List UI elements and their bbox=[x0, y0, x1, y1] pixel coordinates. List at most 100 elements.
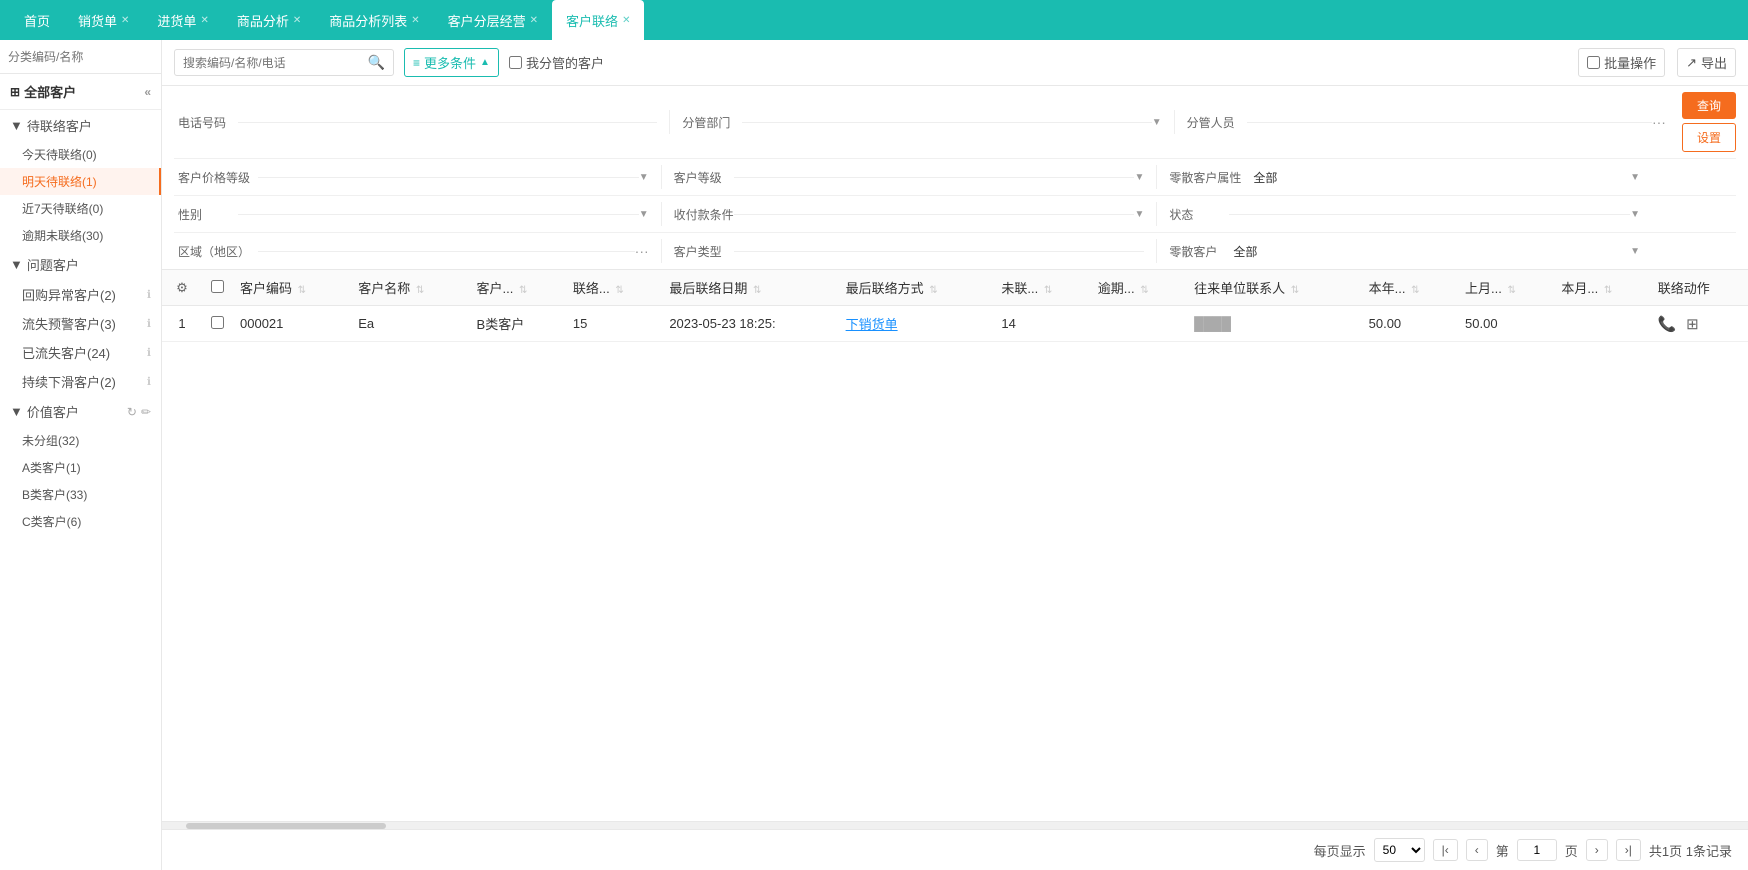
set-button[interactable]: 设置 bbox=[1682, 123, 1736, 152]
my-customers-check[interactable] bbox=[509, 56, 522, 69]
th-overdue[interactable]: 逾期... ⇅ bbox=[1090, 270, 1186, 306]
phone-action-icon[interactable]: 📞 bbox=[1658, 316, 1677, 333]
sidebar-item-ungrouped[interactable]: 未分组(32) bbox=[0, 427, 161, 454]
caret-down-icon[interactable]: ▼ bbox=[1134, 209, 1144, 220]
close-icon[interactable]: ✕ bbox=[121, 15, 129, 26]
th-last-method[interactable]: 最后联络方式 ⇅ bbox=[838, 270, 994, 306]
pending-group-header[interactable]: ▼ 待联络客户 bbox=[0, 110, 161, 141]
sidebar-item-a-class[interactable]: A类客户(1) bbox=[0, 454, 161, 481]
th-contact[interactable]: 联络... ⇅ bbox=[565, 270, 661, 306]
sidebar-item-declining[interactable]: 持续下滑客户(2) ℹ bbox=[0, 367, 161, 396]
value-label: 价值客户 bbox=[27, 402, 79, 421]
prev-page-btn[interactable]: ‹ bbox=[1466, 839, 1488, 861]
nav-tab-3[interactable]: 商品分析列表 ✕ bbox=[315, 0, 433, 40]
th-this-year[interactable]: 本年... ⇅ bbox=[1361, 270, 1457, 306]
nav-tab-1[interactable]: 进货单 ✕ bbox=[143, 0, 222, 40]
filter-row-3: 性别 ▼ 收付款条件 ▼ 状态 ▼ bbox=[174, 202, 1736, 233]
search-input[interactable] bbox=[183, 56, 368, 70]
filter-btn[interactable]: ≡ 更多条件 ▲ bbox=[404, 48, 499, 77]
row-checkbox[interactable] bbox=[202, 306, 232, 342]
filter-row-4: 区域（地区） ··· 客户类型 零散客户 全部 ▼ bbox=[174, 239, 1736, 263]
batch-btn[interactable]: 批量操作 bbox=[1578, 48, 1665, 77]
close-icon[interactable]: ✕ bbox=[622, 15, 630, 26]
info-icon[interactable]: ℹ bbox=[147, 317, 151, 330]
grid-icon: ⊞ bbox=[10, 85, 20, 99]
th-last-date[interactable]: 最后联络日期 ⇅ bbox=[661, 270, 837, 306]
area-label: 区域（地区） bbox=[178, 243, 258, 260]
sidebar-all-customers[interactable]: ⊞ 全部客户 « bbox=[0, 74, 161, 110]
sidebar-search-input[interactable] bbox=[8, 50, 162, 64]
close-icon[interactable]: ✕ bbox=[293, 15, 301, 26]
export-btn[interactable]: ↗ 导出 bbox=[1677, 48, 1736, 77]
caret-down-icon[interactable]: ▼ bbox=[639, 209, 649, 220]
th-contact-person[interactable]: 往来单位联系人 ⇅ bbox=[1186, 270, 1361, 306]
qr-action-icon[interactable]: ⊞ bbox=[1686, 316, 1699, 333]
caret-down-icon[interactable]: ▼ bbox=[1630, 246, 1640, 257]
info-icon[interactable]: ℹ bbox=[147, 288, 151, 301]
close-icon[interactable]: ✕ bbox=[530, 15, 538, 26]
th-last-month[interactable]: 上月... ⇅ bbox=[1457, 270, 1553, 306]
dots-icon[interactable]: ··· bbox=[1652, 114, 1666, 130]
first-page-btn[interactable]: |‹ bbox=[1433, 839, 1458, 861]
caret-down-icon[interactable]: ▼ bbox=[1630, 209, 1640, 220]
th-code[interactable]: 客户编码 ⇅ bbox=[232, 270, 350, 306]
per-page-select[interactable]: 50 100 bbox=[1374, 838, 1425, 862]
edit-icon[interactable]: ✏ bbox=[141, 405, 151, 419]
nav-tab-2[interactable]: 商品分析 ✕ bbox=[223, 0, 315, 40]
th-unlink-days[interactable]: 未联... ⇅ bbox=[993, 270, 1089, 306]
caret-down-icon[interactable]: ▼ bbox=[1152, 117, 1162, 128]
sidebar-item-tomorrow[interactable]: 明天待联络(1) bbox=[0, 168, 161, 195]
sidebar-item-lostwarning[interactable]: 流失预警客户(3) ℹ bbox=[0, 309, 161, 338]
close-icon[interactable]: ✕ bbox=[411, 15, 419, 26]
nav-tab-0[interactable]: 销货单 ✕ bbox=[64, 0, 143, 40]
value-group-header[interactable]: ▼ 价值客户 ↻ ✏ bbox=[0, 396, 161, 427]
sidebar-item-b-class[interactable]: B类客户(33) bbox=[0, 481, 161, 508]
last-page-btn[interactable]: ›| bbox=[1616, 839, 1641, 861]
row-contact-person: ████ bbox=[1186, 306, 1361, 342]
nav-tab-5[interactable]: 客户联络 ✕ bbox=[552, 0, 644, 40]
collapse-icon[interactable]: « bbox=[144, 85, 151, 99]
next-page-btn[interactable]: › bbox=[1586, 839, 1608, 861]
h-scroll-thumb[interactable] bbox=[186, 823, 386, 829]
caret-down-icon[interactable]: ▼ bbox=[1630, 172, 1640, 183]
problem-label: 问题客户 bbox=[27, 255, 79, 274]
batch-check[interactable] bbox=[1587, 56, 1600, 69]
row-last-method[interactable]: 下销货单 bbox=[838, 306, 994, 342]
sidebar-item-overdue[interactable]: 逾期未联络(30) bbox=[0, 222, 161, 249]
query-button[interactable]: 查询 bbox=[1682, 92, 1736, 119]
dots-icon[interactable]: ··· bbox=[635, 243, 649, 259]
select-all-checkbox[interactable] bbox=[211, 280, 224, 293]
page-input[interactable] bbox=[1517, 839, 1557, 861]
search-icon[interactable]: 🔍 bbox=[368, 54, 385, 71]
row-select-checkbox[interactable] bbox=[211, 316, 224, 329]
sort-icon: ⇅ bbox=[615, 285, 623, 296]
filter-panel: 电话号码 分管部门 ▼ 分管人员 ··· 查询 设置 bbox=[162, 86, 1748, 270]
pending-label: 待联络客户 bbox=[27, 116, 92, 135]
arrow-down-icon: ▼ bbox=[10, 257, 23, 272]
caret-down-icon[interactable]: ▼ bbox=[1134, 172, 1144, 183]
sort-icon: ⇅ bbox=[1507, 285, 1515, 296]
th-this-month[interactable]: 本月... ⇅ bbox=[1553, 270, 1649, 306]
problem-group-header[interactable]: ▼ 问题客户 bbox=[0, 249, 161, 280]
filter-row-1: 电话号码 分管部门 ▼ 分管人员 ··· 查询 设置 bbox=[174, 92, 1736, 159]
sidebar: 🔍 ⊞ 全部客户 « ▼ 待联络客户 今天待联络(0) 明天待联络(1) 近7天… bbox=[0, 40, 162, 870]
nav-home[interactable]: 首页 bbox=[10, 0, 64, 40]
row-contact: 15 bbox=[565, 306, 661, 342]
info-icon[interactable]: ℹ bbox=[147, 346, 151, 359]
customer-level-label: 客户等级 bbox=[674, 169, 734, 186]
caret-down-icon[interactable]: ▼ bbox=[639, 172, 649, 183]
nav-tab-4[interactable]: 客户分层经营 ✕ bbox=[434, 0, 552, 40]
close-icon[interactable]: ✕ bbox=[200, 15, 208, 26]
refresh-icon[interactable]: ↻ bbox=[127, 405, 137, 419]
gear-icon[interactable]: ⚙ bbox=[176, 280, 188, 295]
th-customer-type[interactable]: 客户... ⇅ bbox=[469, 270, 565, 306]
sidebar-item-abnormal[interactable]: 回购异常客户(2) ℹ bbox=[0, 280, 161, 309]
my-customers-checkbox[interactable]: 我分管的客户 bbox=[509, 53, 604, 72]
sidebar-item-7days[interactable]: 近7天待联络(0) bbox=[0, 195, 161, 222]
sidebar-item-lost[interactable]: 已流失客户(24) ℹ bbox=[0, 338, 161, 367]
sort-icon: ⇅ bbox=[1411, 285, 1419, 296]
info-icon[interactable]: ℹ bbox=[147, 375, 151, 388]
sidebar-item-today[interactable]: 今天待联络(0) bbox=[0, 141, 161, 168]
th-name[interactable]: 客户名称 ⇅ bbox=[350, 270, 468, 306]
sidebar-item-c-class[interactable]: C类客户(6) bbox=[0, 508, 161, 535]
